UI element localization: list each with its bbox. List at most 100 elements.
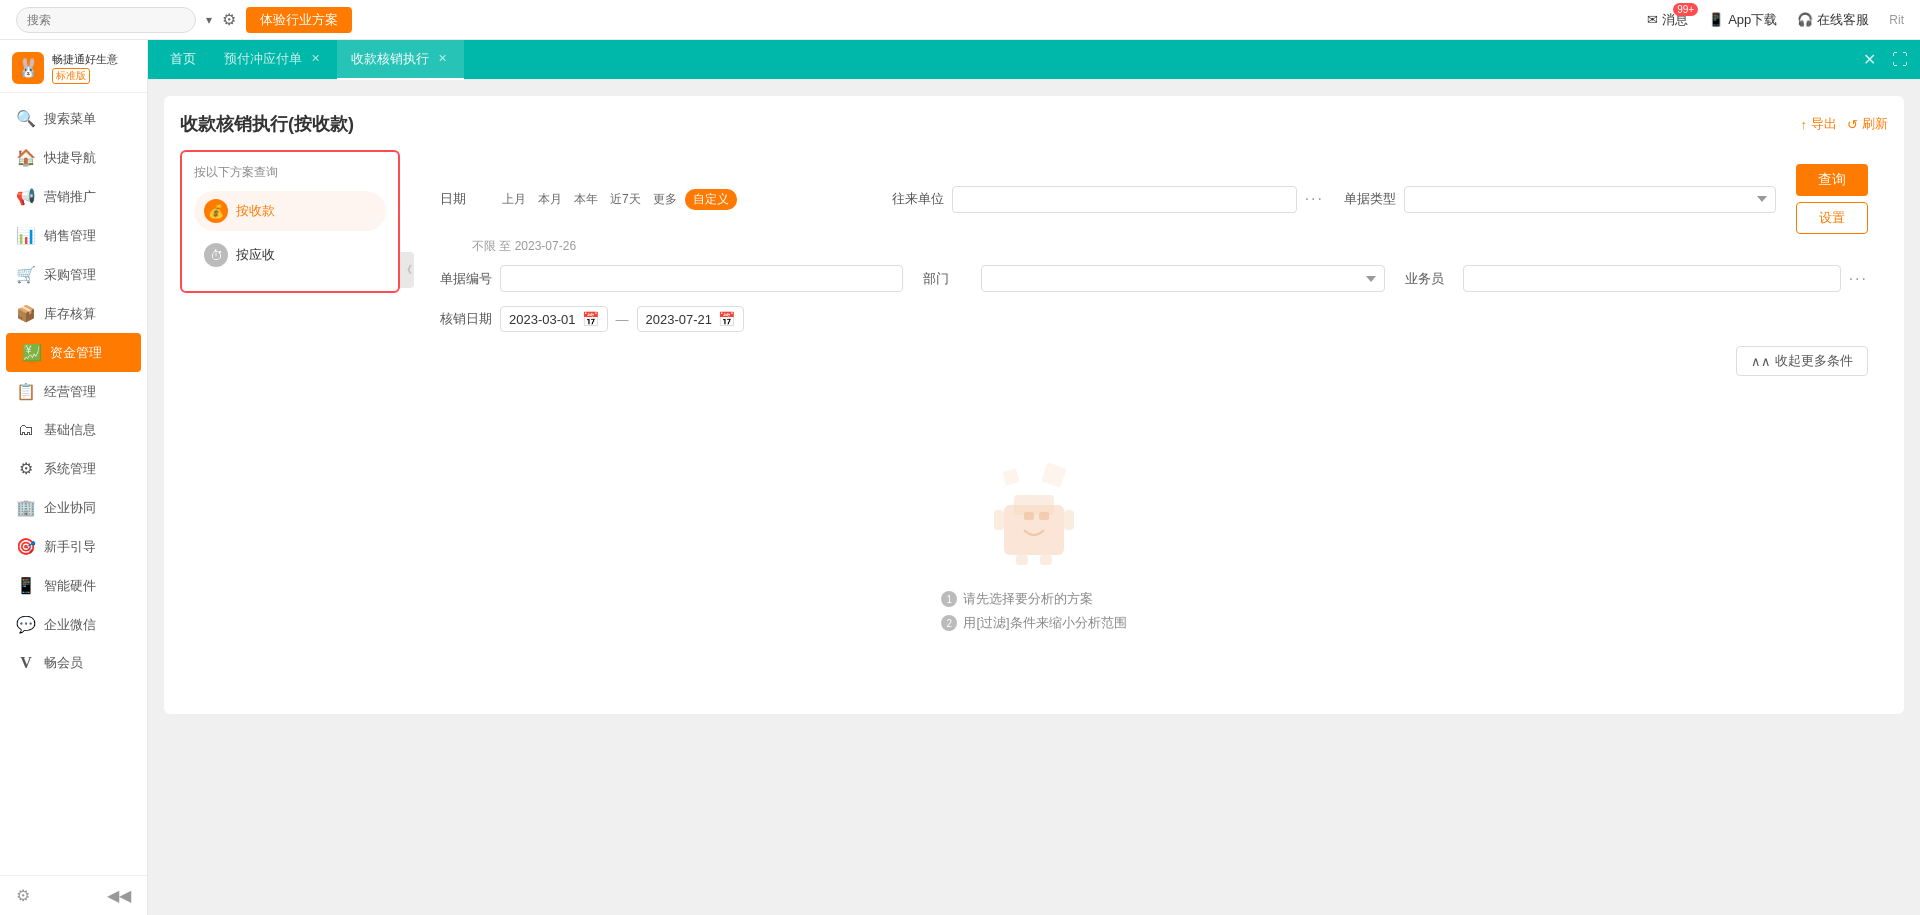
cancel-date-end-input[interactable]: 2023-07-21 📅	[637, 306, 745, 332]
sidebar-item-member[interactable]: V 畅会员	[0, 644, 147, 682]
sidebar-item-guide[interactable]: 🎯 新手引导	[0, 527, 147, 566]
sidebar-item-search-menu[interactable]: 🔍 搜索菜单	[0, 99, 147, 138]
date-btn-this-month[interactable]: 本月	[534, 189, 566, 210]
page-header-actions: ↑ 导出 ↺ 刷新	[1801, 115, 1889, 133]
member-icon: V	[16, 654, 36, 672]
date-btn-last-month[interactable]: 上月	[498, 189, 530, 210]
logo-badge: 标准版	[52, 68, 90, 84]
sidebar-item-base-info[interactable]: 🗂 基础信息	[0, 411, 147, 449]
cancel-date-start-input[interactable]: 2023-03-01 📅	[500, 306, 608, 332]
collapse-filter-left-btn[interactable]: 《	[400, 252, 414, 288]
filter-staff-group: 业务员 ···	[1405, 265, 1868, 292]
messages-badge: 99+	[1673, 3, 1698, 16]
settings-button[interactable]: 设置	[1796, 202, 1868, 234]
settings-bottom-icon[interactable]: ⚙	[16, 886, 30, 905]
sidebar-item-quick-nav[interactable]: 🏠 快捷导航	[0, 138, 147, 177]
tab-home[interactable]: 首页	[156, 40, 210, 80]
by-receipt-icon: 💰	[204, 199, 228, 223]
online-service-btn[interactable]: 🎧 在线客服	[1797, 11, 1869, 29]
message-icon: ✉	[1647, 12, 1658, 27]
search-input[interactable]	[16, 7, 196, 33]
date-nolimit-row: 不限 至 2023-07-26	[440, 238, 1868, 255]
tab-receipt-cancel[interactable]: 收款核销执行 ✕	[337, 40, 464, 80]
filter-row-2: 单据编号 部门 业务员	[440, 265, 1868, 292]
collapse-more-button[interactable]: ∧∧ 收起更多条件	[1736, 346, 1868, 376]
empty-state: 1 请先选择要分析的方案 2 用[过滤]条件来缩小分析范围	[180, 390, 1888, 698]
logo-name: 畅捷通好生意	[52, 52, 118, 66]
finance-icon: 💹	[22, 343, 42, 362]
industry-button[interactable]: 体验行业方案	[246, 7, 352, 33]
filter-dept-group: 部门	[923, 265, 1386, 292]
tab-prepay-close[interactable]: ✕	[308, 51, 323, 66]
top-bar-left: ▾ ⚙ 体验行业方案	[16, 7, 352, 33]
guide-icon: 🎯	[16, 537, 36, 556]
by-receivable-icon: ⏱	[204, 243, 228, 267]
marketing-icon: 📢	[16, 187, 36, 206]
sidebar-bottom: ⚙ ◀◀	[0, 875, 147, 915]
counterpart-dots[interactable]: ···	[1305, 190, 1324, 208]
filter-wrapper: 按以下方案查询 💰 按收款 ⏱ 按应收 《	[180, 150, 1888, 390]
sidebar-item-operations[interactable]: 📋 经营管理	[0, 372, 147, 411]
doc-num-input[interactable]	[500, 265, 903, 292]
sales-icon: 📊	[16, 226, 36, 245]
gear-icon[interactable]: ⚙	[222, 10, 236, 29]
export-button[interactable]: ↑ 导出	[1801, 115, 1838, 133]
counterpart-input[interactable]	[952, 186, 1297, 213]
fullscreen-tab-btn[interactable]: ⛶	[1888, 47, 1912, 73]
page-bg: 收款核销执行(按收款) ↑ 导出 ↺ 刷新	[164, 96, 1904, 714]
search-menu-icon: 🔍	[16, 109, 36, 128]
sidebar-item-system[interactable]: ⚙ 系统管理	[0, 449, 147, 488]
filter-action-row: ∧∧ 收起更多条件	[440, 346, 1868, 376]
svg-rect-9	[1002, 468, 1019, 485]
doc-type-label: 单据类型	[1344, 190, 1396, 208]
date-btn-custom[interactable]: 自定义	[685, 189, 737, 210]
date-no-limit-text: 不限 至 2023-07-26	[472, 239, 576, 253]
cancel-date-end-text: 2023-07-21	[646, 312, 713, 327]
date-label: 日期	[440, 190, 490, 208]
date-btn-7days[interactable]: 近7天	[606, 189, 645, 210]
filter-option-by-receivable[interactable]: ⏱ 按应收	[194, 235, 386, 275]
filter-counterpart-group: 往来单位 ···	[892, 186, 1324, 213]
tab-prepay[interactable]: 预付冲应付单 ✕	[210, 40, 337, 80]
sidebar-item-finance[interactable]: 💹 资金管理	[6, 333, 141, 372]
sidebar-item-wechat[interactable]: 💬 企业微信	[0, 605, 147, 644]
dept-select[interactable]	[981, 265, 1386, 292]
logo-icon: 🐰	[12, 52, 44, 84]
sidebar-item-sales[interactable]: 📊 销售管理	[0, 216, 147, 255]
sidebar-item-purchase[interactable]: 🛒 采购管理	[0, 255, 147, 294]
sidebar-item-enterprise[interactable]: 🏢 企业协同	[0, 488, 147, 527]
enterprise-icon: 🏢	[16, 498, 36, 517]
sidebar-item-marketing[interactable]: 📢 营销推广	[0, 177, 147, 216]
app-download-btn[interactable]: 📱 App下载	[1708, 11, 1777, 29]
tab-receipt-cancel-close[interactable]: ✕	[435, 51, 450, 66]
staff-dots[interactable]: ···	[1849, 270, 1868, 288]
close-tab-btn[interactable]: ✕	[1859, 46, 1880, 73]
tip-num-1: 1	[941, 591, 957, 607]
svg-rect-4	[994, 510, 1004, 530]
counterpart-label: 往来单位	[892, 190, 944, 208]
filter-row-3: 核销日期 2023-03-01 📅 — 2023-07-21 📅	[440, 306, 1868, 332]
date-btn-more[interactable]: 更多	[649, 189, 681, 210]
date-btn-this-year[interactable]: 本年	[570, 189, 602, 210]
svg-rect-6	[1016, 555, 1028, 565]
dropdown-arrow[interactable]: ▾	[206, 13, 212, 27]
tab-bar: 首页 预付冲应付单 ✕ 收款核销执行 ✕ ✕ ⛶	[148, 40, 1920, 80]
refresh-button[interactable]: ↺ 刷新	[1847, 115, 1888, 133]
wechat-icon: 💬	[16, 615, 36, 634]
page-header: 收款核销执行(按收款) ↑ 导出 ↺ 刷新	[180, 112, 1888, 136]
staff-input[interactable]	[1463, 265, 1840, 292]
page-title: 收款核销执行(按收款)	[180, 112, 354, 136]
sidebar-item-inventory[interactable]: 📦 库存核算	[0, 294, 147, 333]
query-button[interactable]: 查询	[1796, 164, 1868, 196]
filter-option-by-receipt[interactable]: 💰 按收款	[194, 191, 386, 231]
sidebar-item-hardware[interactable]: 📱 智能硬件	[0, 566, 147, 605]
messages-btn[interactable]: ✉ 消息 99+	[1647, 11, 1688, 29]
collapse-sidebar-icon[interactable]: ◀◀	[107, 886, 131, 905]
content-area: 首页 预付冲应付单 ✕ 收款核销执行 ✕ ✕ ⛶ 收款核销执行(按收款)	[148, 40, 1920, 915]
filter-left-title: 按以下方案查询	[194, 164, 386, 181]
tip-num-2: 2	[941, 615, 957, 631]
sidebar: 🐰 畅捷通好生意 标准版 🔍 搜索菜单 🏠 快捷导航 📢 营销推广 📊 销售管理	[0, 40, 148, 915]
staff-label: 业务员	[1405, 270, 1455, 288]
doc-type-select[interactable]	[1404, 186, 1776, 213]
user-name[interactable]: Rit	[1889, 13, 1904, 27]
